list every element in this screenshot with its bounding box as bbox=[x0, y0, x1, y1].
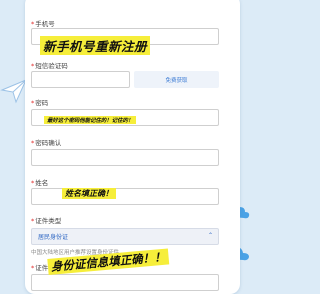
required-asterisk: * bbox=[31, 139, 35, 147]
get-code-button[interactable]: 免费获取 bbox=[134, 71, 219, 88]
name-label: *姓名 bbox=[31, 179, 49, 187]
required-asterisk: * bbox=[31, 20, 35, 28]
required-asterisk: * bbox=[31, 217, 35, 225]
password-confirm-input[interactable] bbox=[31, 149, 219, 166]
name-input[interactable] bbox=[31, 188, 219, 205]
required-asterisk: * bbox=[31, 264, 35, 272]
annotation-name-tip: 姓名填正确！ bbox=[62, 188, 116, 199]
id-type-select[interactable]: 居民身份证 ⌃ bbox=[31, 228, 219, 245]
id-type-selected: 居民身份证 bbox=[38, 234, 69, 241]
phone-label: *手机号 bbox=[31, 20, 55, 28]
paper-plane-decoration bbox=[0, 79, 27, 104]
password-confirm-label: *密码确认 bbox=[31, 139, 62, 147]
required-asterisk: * bbox=[31, 99, 35, 107]
id-type-label: *证件类型 bbox=[31, 217, 62, 225]
password-label: *密码 bbox=[31, 99, 49, 107]
id-number-input[interactable] bbox=[31, 274, 219, 291]
annotation-password-tip: 最好这个密码他能记住的！记住的！ bbox=[44, 116, 137, 124]
sms-code-label: *短信验证码 bbox=[31, 62, 68, 70]
chevron-updown-icon: ⌃ bbox=[207, 232, 213, 239]
annotation-new-phone: 新手机号重新注册 bbox=[40, 36, 151, 55]
sms-code-input[interactable] bbox=[31, 71, 130, 88]
required-asterisk: * bbox=[31, 179, 35, 187]
required-asterisk: * bbox=[31, 62, 35, 70]
